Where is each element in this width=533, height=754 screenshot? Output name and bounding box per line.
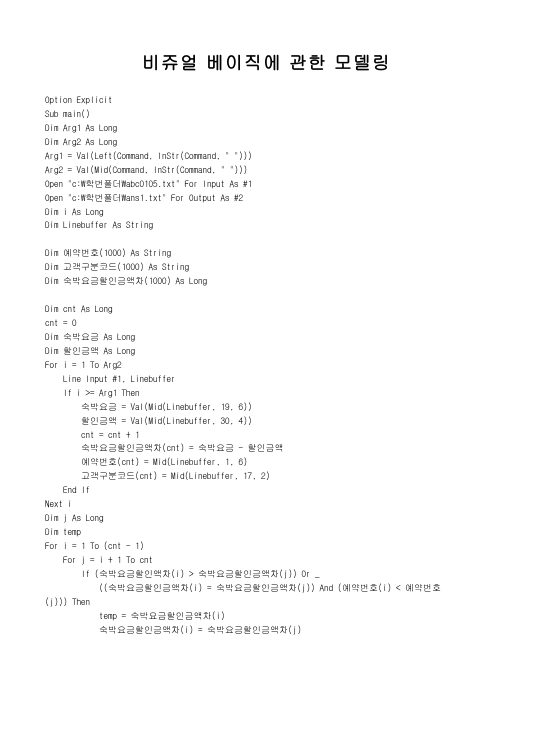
code-line: Dim temp bbox=[45, 525, 488, 539]
code-line bbox=[45, 288, 488, 302]
code-line: For j = i + 1 To cnt bbox=[45, 553, 488, 567]
code-line: ((숙박요금할인금액차(i) = 숙박요금할인금액차(j)) And (예약번호… bbox=[45, 581, 488, 595]
code-line: Sub main() bbox=[45, 107, 488, 121]
code-block: Option ExplicitSub main()Dim Arg1 As Lon… bbox=[45, 93, 488, 637]
code-line: Dim Arg1 As Long bbox=[45, 121, 488, 135]
code-line: Dim 할인금액 As Long bbox=[45, 344, 488, 358]
code-line: Dim 숙박요금할인금액차(1000) As Long bbox=[45, 274, 488, 288]
code-line: If (숙박요금할인액차(i) > 숙박요금할인금액차(j)) Or _ bbox=[45, 567, 488, 581]
code-line: 할인금액 = Val(Mid(Linebuffer, 30, 4)) bbox=[45, 414, 488, 428]
code-line: Dim 예약번호(1000) As String bbox=[45, 246, 488, 260]
code-line: Arg2 = Val(Mid(Command, InStr(Command, "… bbox=[45, 163, 488, 177]
code-line: 숙박요금 = Val(Mid(Linebuffer, 19, 6)) bbox=[45, 400, 488, 414]
code-line: Arg1 = Val(Left(Command, InStr(Command, … bbox=[45, 149, 488, 163]
code-line: Open "c:\학번폴더\abc0105.txt" For Input As … bbox=[45, 177, 488, 191]
code-line: Next i bbox=[45, 497, 488, 511]
code-line: End If bbox=[45, 483, 488, 497]
code-line: If i >= Arg1 Then bbox=[45, 386, 488, 400]
page-title: 비쥬얼 베이직에 관한 모델링 bbox=[45, 50, 488, 75]
code-line: cnt = 0 bbox=[45, 316, 488, 330]
code-line: (j))) Then bbox=[45, 595, 488, 609]
code-line: Line Input #1, Linebuffer bbox=[45, 372, 488, 386]
code-line: Dim cnt As Long bbox=[45, 302, 488, 316]
code-line: 고객구분코드(cnt) = Mid(Linebuffer, 17, 2) bbox=[45, 469, 488, 483]
code-line: Dim Arg2 As Long bbox=[45, 135, 488, 149]
code-line: 숙박요금할인금액차(cnt) = 숙박요금 - 할인금액 bbox=[45, 441, 488, 455]
code-line: Dim i As Long bbox=[45, 205, 488, 219]
document-page: 비쥬얼 베이직에 관한 모델링 Option ExplicitSub main(… bbox=[0, 0, 533, 657]
code-line: Open "c:\학번폴더\ans1.txt" For Output As #2 bbox=[45, 191, 488, 205]
code-line: cnt = cnt + 1 bbox=[45, 428, 488, 442]
code-line: Dim Linebuffer As String bbox=[45, 218, 488, 232]
code-line bbox=[45, 232, 488, 246]
code-line: 예약번호(cnt) = Mid(Linebuffer, 1, 6) bbox=[45, 455, 488, 469]
code-line: For i = 1 To (cnt - 1) bbox=[45, 539, 488, 553]
code-line: For i = 1 To Arg2 bbox=[45, 358, 488, 372]
code-line: Dim j As Long bbox=[45, 511, 488, 525]
code-line: Option Explicit bbox=[45, 93, 488, 107]
code-line: Dim 숙박요금 As Long bbox=[45, 330, 488, 344]
code-line: 숙박요금할인금액차(i) = 숙박요금할인금액차(j) bbox=[45, 623, 488, 637]
code-line: temp = 숙박요금할인금액차(i) bbox=[45, 609, 488, 623]
code-line: Dim 고객구분코드(1000) As String bbox=[45, 260, 488, 274]
